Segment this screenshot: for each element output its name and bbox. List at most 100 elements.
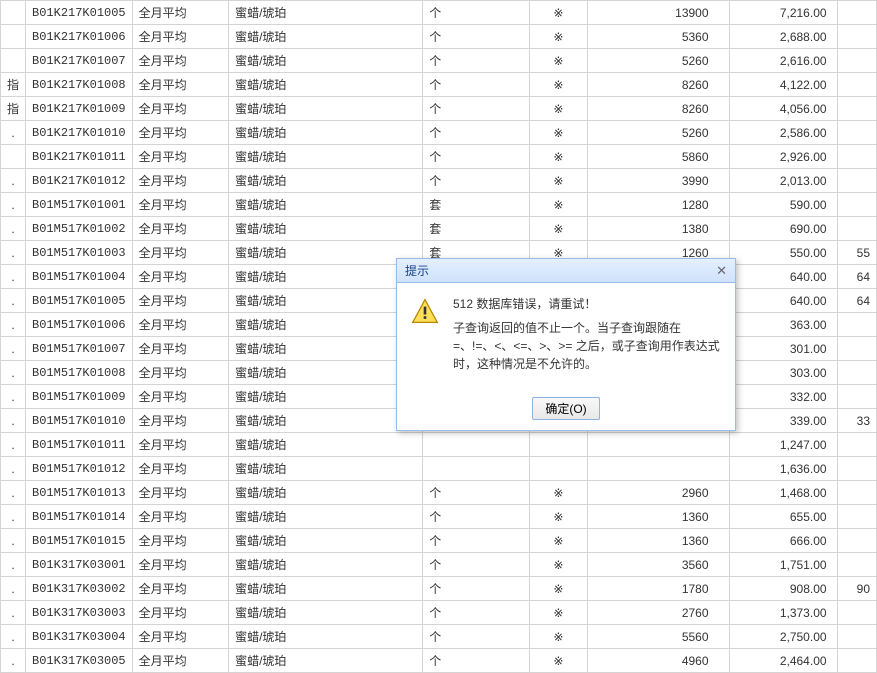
cell-code: B01M517K01015 [26,529,133,553]
dialog-message: 512 数据库错误，请重试！ 子查询返回的值不止一个。当子查询跟随在 =、!=、… [453,295,723,379]
cell-cat: 蜜蜡/琥珀 [229,409,423,433]
cell-n3: 64 [837,265,876,289]
cell-edge: 指 [1,97,26,121]
cell-code: B01M517K01014 [26,505,133,529]
table-row[interactable]: .B01K317K03003全月平均蜜蜡/琥珀个※27601,373.00 [1,601,877,625]
cell-n3 [837,217,876,241]
cell-n3 [837,25,876,49]
cell-star [529,457,587,481]
cell-n1: 1280 [588,193,729,217]
cell-edge: . [1,265,26,289]
cell-n1: 3560 [588,553,729,577]
table-row[interactable]: B01K217K01007全月平均蜜蜡/琥珀个※52602,616.00 [1,49,877,73]
cell-n3: 64 [837,289,876,313]
cell-n1: 5260 [588,121,729,145]
table-row[interactable]: .B01M517K01011全月平均蜜蜡/琥珀1,247.00 [1,433,877,457]
table-row[interactable]: .B01M517K01001全月平均蜜蜡/琥珀套※1280590.00 [1,193,877,217]
cell-n3 [837,121,876,145]
cell-cat: 蜜蜡/琥珀 [229,481,423,505]
table-row[interactable]: B01K217K01006全月平均蜜蜡/琥珀个※53602,688.00 [1,25,877,49]
cell-n3 [837,649,876,673]
cell-n1: 2760 [588,601,729,625]
cell-star: ※ [529,601,587,625]
cell-n3 [837,529,876,553]
cell-unit: 套 [423,193,529,217]
cell-n3 [837,97,876,121]
table-row[interactable]: .B01K317K03002全月平均蜜蜡/琥珀个※1780908.0090 [1,577,877,601]
table-row[interactable]: .B01K317K03001全月平均蜜蜡/琥珀个※35601,751.00 [1,553,877,577]
table-row[interactable]: .B01M517K01013全月平均蜜蜡/琥珀个※29601,468.00 [1,481,877,505]
table-row[interactable]: B01K217K01011全月平均蜜蜡/琥珀个※58602,926.00 [1,145,877,169]
cell-n3 [837,481,876,505]
cell-cat: 蜜蜡/琥珀 [229,337,423,361]
cell-n1: 4960 [588,649,729,673]
table-row[interactable]: .B01M517K01015全月平均蜜蜡/琥珀个※1360666.00 [1,529,877,553]
table-row[interactable]: B01K217K01005全月平均蜜蜡/琥珀个※139007,216.00 [1,1,877,25]
cell-code: B01M517K01012 [26,457,133,481]
cell-code: B01M517K01007 [26,337,133,361]
cell-cat: 蜜蜡/琥珀 [229,217,423,241]
cell-n3: 55 [837,241,876,265]
cell-n1: 5860 [588,145,729,169]
cell-star: ※ [529,625,587,649]
ok-button[interactable]: 确定(O) [532,397,599,420]
cell-edge: 指 [1,73,26,97]
cell-code: B01M517K01005 [26,289,133,313]
cell-star: ※ [529,553,587,577]
cell-n2: 339.00 [729,409,837,433]
cell-edge: . [1,409,26,433]
cell-avg: 全月平均 [132,409,228,433]
cell-edge: . [1,529,26,553]
cell-star: ※ [529,529,587,553]
cell-unit: 个 [423,625,529,649]
cell-code: B01M517K01010 [26,409,133,433]
cell-code: B01M517K01011 [26,433,133,457]
table-row[interactable]: .B01K317K03004全月平均蜜蜡/琥珀个※55602,750.00 [1,625,877,649]
close-icon[interactable]: ✕ [716,264,727,277]
cell-avg: 全月平均 [132,49,228,73]
cell-n2: 1,247.00 [729,433,837,457]
cell-star: ※ [529,217,587,241]
table-row[interactable]: .B01K217K01010全月平均蜜蜡/琥珀个※52602,586.00 [1,121,877,145]
cell-unit [423,433,529,457]
cell-code: B01K217K01009 [26,97,133,121]
table-row[interactable]: 指B01K217K01009全月平均蜜蜡/琥珀个※82604,056.00 [1,97,877,121]
cell-avg: 全月平均 [132,25,228,49]
table-row[interactable]: 指B01K217K01008全月平均蜜蜡/琥珀个※82604,122.00 [1,73,877,97]
cell-unit: 个 [423,529,529,553]
cell-n1: 1360 [588,529,729,553]
cell-n3 [837,49,876,73]
cell-n3 [837,313,876,337]
cell-n1: 1380 [588,217,729,241]
dialog-line2: 子查询返回的值不止一个。当子查询跟随在 =、!=、<、<=、>、>= 之后，或子… [453,319,723,373]
table-row[interactable]: .B01K217K01012全月平均蜜蜡/琥珀个※39902,013.00 [1,169,877,193]
dialog-titlebar: 提示 ✕ [397,259,735,283]
cell-avg: 全月平均 [132,649,228,673]
cell-star: ※ [529,193,587,217]
cell-code: B01K217K01006 [26,25,133,49]
cell-edge: . [1,337,26,361]
cell-unit: 个 [423,169,529,193]
cell-n2: 655.00 [729,505,837,529]
cell-unit: 个 [423,481,529,505]
cell-n3 [837,385,876,409]
cell-n2: 2,750.00 [729,625,837,649]
cell-edge: . [1,313,26,337]
cell-edge: . [1,361,26,385]
table-row[interactable]: .B01M517K01012全月平均蜜蜡/琥珀1,636.00 [1,457,877,481]
cell-avg: 全月平均 [132,529,228,553]
cell-star: ※ [529,505,587,529]
cell-avg: 全月平均 [132,433,228,457]
cell-avg: 全月平均 [132,217,228,241]
cell-n2: 363.00 [729,313,837,337]
table-row[interactable]: .B01M517K01014全月平均蜜蜡/琥珀个※1360655.00 [1,505,877,529]
cell-n1: 2960 [588,481,729,505]
cell-unit: 个 [423,25,529,49]
dialog-body: 512 数据库错误，请重试！ 子查询返回的值不止一个。当子查询跟随在 =、!=、… [397,283,735,391]
cell-code: B01M517K01008 [26,361,133,385]
cell-cat: 蜜蜡/琥珀 [229,385,423,409]
table-row[interactable]: .B01M517K01002全月平均蜜蜡/琥珀套※1380690.00 [1,217,877,241]
table-row[interactable]: .B01K317K03005全月平均蜜蜡/琥珀个※49602,464.00 [1,649,877,673]
cell-avg: 全月平均 [132,553,228,577]
cell-n3 [837,457,876,481]
